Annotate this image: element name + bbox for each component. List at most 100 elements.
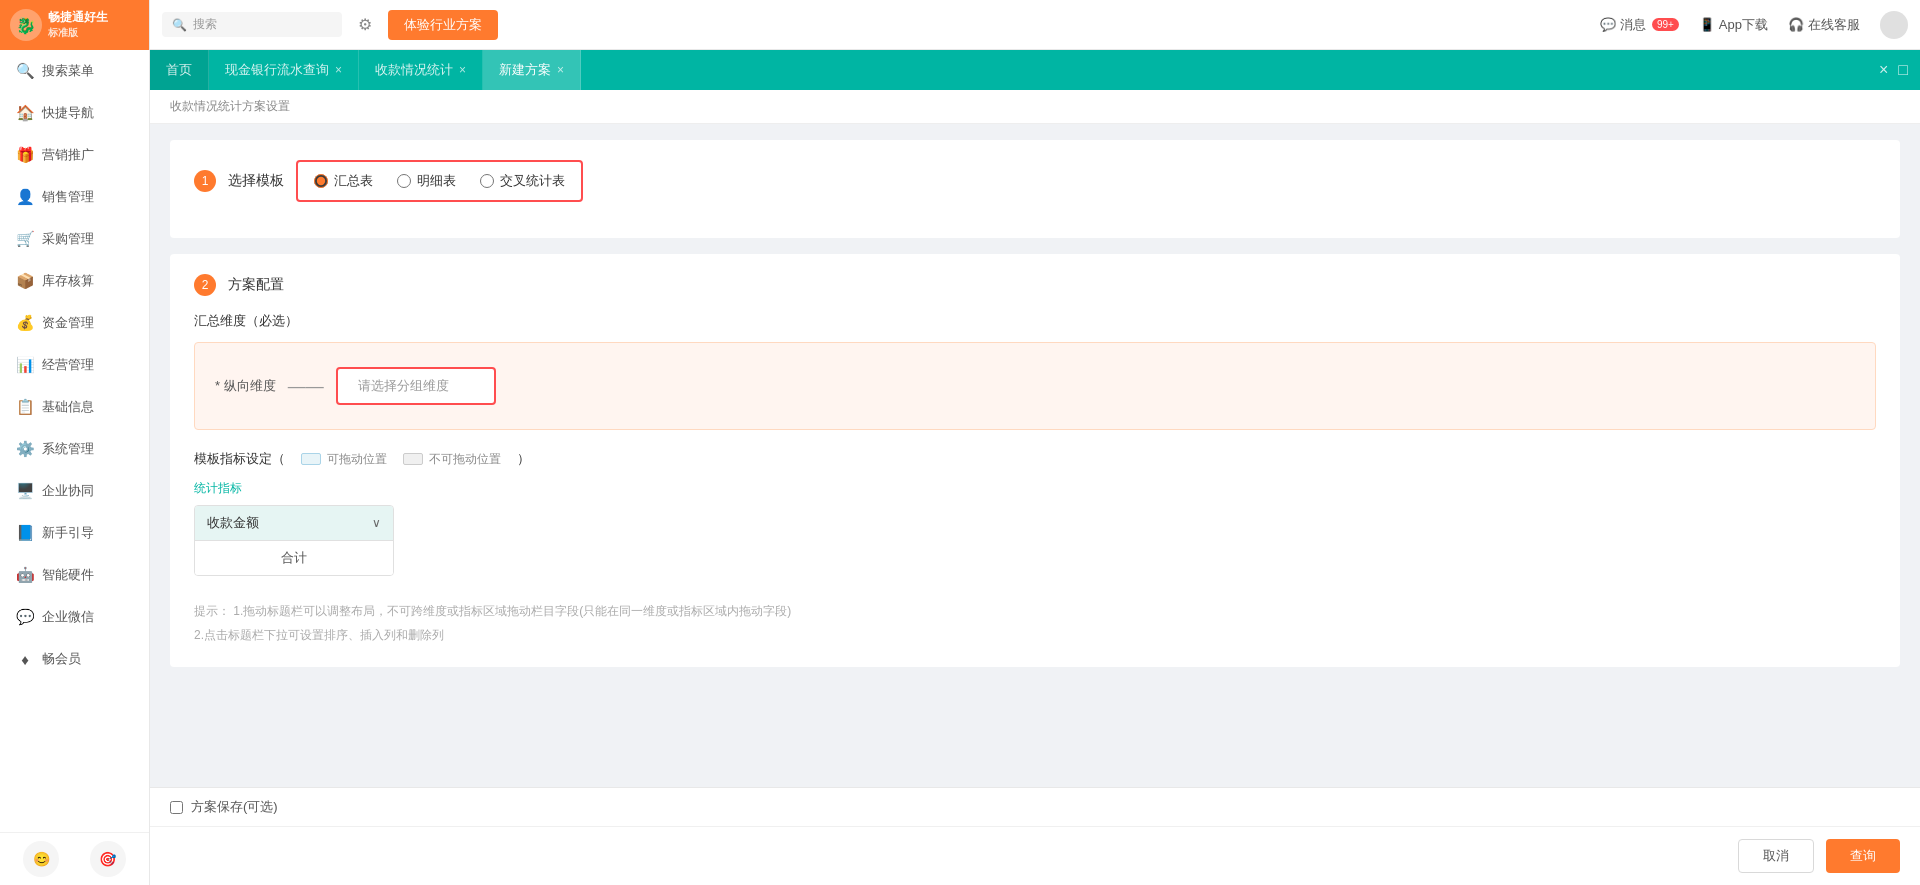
- save-checkbox[interactable]: [170, 801, 183, 814]
- sidebar-item-finance[interactable]: 💰 资金管理: [0, 302, 149, 344]
- sidebar-item-member[interactable]: ♦️ 畅会员: [0, 638, 149, 680]
- page-content: 1 选择模板 汇总表 明细表 交叉统计表: [150, 124, 1920, 787]
- sidebar-item-enterprise[interactable]: 🖥️ 企业协同: [0, 470, 149, 512]
- metrics-config-header: 模板指标设定（ 可拖动位置 不可拖动位置 ）: [194, 450, 1876, 468]
- cancel-button[interactable]: 取消: [1738, 839, 1814, 873]
- sidebar-item-smart-hw[interactable]: 🤖 智能硬件: [0, 554, 149, 596]
- sidebar-bottom: 😊 🎯: [0, 832, 149, 885]
- content-area: 收款情况统计方案设置 1 选择模板 汇总表 明细表: [150, 90, 1920, 885]
- tab-cash-bank-close[interactable]: ×: [335, 63, 342, 77]
- vertical-label: * 纵向维度: [215, 377, 276, 395]
- sidebar-item-inventory[interactable]: 📦 库存核算: [0, 260, 149, 302]
- member-icon: ♦️: [16, 650, 34, 668]
- step2-card: 2 方案配置 汇总维度（必选） * 纵向维度 ——: [170, 254, 1900, 667]
- radio-summary-input[interactable]: [314, 174, 328, 188]
- step1-card: 1 选择模板 汇总表 明细表 交叉统计表: [170, 140, 1900, 238]
- sidebar-bottom-btn-1[interactable]: 😊: [23, 841, 59, 877]
- query-button[interactable]: 查询: [1826, 839, 1900, 873]
- purchase-icon: 🛒: [16, 230, 34, 248]
- dimension-select[interactable]: 请选择分组维度: [336, 367, 496, 405]
- radio-summary[interactable]: 汇总表: [314, 172, 373, 190]
- sidebar-item-newbie[interactable]: 📘 新手引导: [0, 512, 149, 554]
- online-service-label: 在线客服: [1808, 16, 1860, 34]
- topbar-right: 💬 消息 99+ 📱 App下载 🎧 在线客服: [1600, 11, 1908, 39]
- metrics-label: 统计指标: [194, 480, 1876, 497]
- smart-hw-icon: 🤖: [16, 566, 34, 584]
- dimension-title-text: 汇总维度（必选）: [194, 313, 298, 328]
- step2-title: 方案配置: [228, 276, 284, 294]
- tab-home[interactable]: 首页: [150, 50, 209, 90]
- sidebar-item-basic-info[interactable]: 📋 基础信息: [0, 386, 149, 428]
- radio-cross[interactable]: 交叉统计表: [480, 172, 565, 190]
- sidebar-item-label: 搜索菜单: [42, 62, 94, 80]
- marketing-icon: 🎁: [16, 146, 34, 164]
- tab-home-label: 首页: [166, 61, 192, 79]
- message-item[interactable]: 💬 消息 99+: [1600, 16, 1679, 34]
- radio-cross-label: 交叉统计表: [500, 172, 565, 190]
- radio-detail-input[interactable]: [397, 174, 411, 188]
- newbie-icon: 📘: [16, 524, 34, 542]
- tabbar: 首页 现金银行流水查询 × 收款情况统计 × 新建方案 × × □: [150, 50, 1920, 90]
- search-icon: 🔍: [172, 18, 187, 32]
- footer: 方案保存(可选) 取消 查询: [150, 787, 1920, 885]
- trial-button[interactable]: 体验行业方案: [388, 10, 498, 40]
- window-maximize-btn[interactable]: □: [1898, 61, 1908, 79]
- sidebar-item-sales[interactable]: 👤 销售管理: [0, 176, 149, 218]
- step2-header: 2 方案配置: [194, 274, 1876, 296]
- settings-icon[interactable]: ⚙: [350, 10, 380, 40]
- sidebar-item-label: 采购管理: [42, 230, 94, 248]
- sidebar-bottom-btn-2[interactable]: 🎯: [90, 841, 126, 877]
- dimension-arrow: ——: [288, 376, 324, 397]
- metrics-table-header[interactable]: 收款金额 ∨: [195, 506, 393, 541]
- radio-summary-label: 汇总表: [334, 172, 373, 190]
- sidebar-item-label: 企业微信: [42, 608, 94, 626]
- tab-cash-bank[interactable]: 现金银行流水查询 ×: [209, 50, 359, 90]
- breadcrumb-text: 收款情况统计方案设置: [170, 99, 290, 113]
- user-avatar[interactable]: [1880, 11, 1908, 39]
- tab-new-plan[interactable]: 新建方案 ×: [483, 50, 581, 90]
- sidebar-item-label: 快捷导航: [42, 104, 94, 122]
- metrics-header-text: 模板指标设定（: [194, 450, 285, 468]
- step1-title: 选择模板: [228, 172, 284, 190]
- sidebar-item-system[interactable]: ⚙️ 系统管理: [0, 428, 149, 470]
- tip-2: 2.点击标题栏下拉可设置排序、插入列和删除列: [194, 623, 1876, 647]
- tip-2-text: 2.点击标题栏下拉可设置排序、插入列和删除列: [194, 623, 444, 647]
- finance-icon: 💰: [16, 314, 34, 332]
- radio-cross-input[interactable]: [480, 174, 494, 188]
- radio-detail[interactable]: 明细表: [397, 172, 456, 190]
- tab-collection-stats[interactable]: 收款情况统计 ×: [359, 50, 483, 90]
- main-content: 🔍 搜索 ⚙ 体验行业方案 💬 消息 99+ 📱 App下载 🎧 在线客服 首页: [150, 0, 1920, 885]
- footer-save-section: 方案保存(可选): [150, 788, 1920, 827]
- tip-1-text: 提示： 1.拖动标题栏可以调整布局，不可跨维度或指标区域拖动栏目字段(只能在同一…: [194, 599, 791, 623]
- message-label: 消息: [1620, 16, 1646, 34]
- logo-text: 畅捷通好生: [48, 10, 108, 26]
- metrics-column-header: 收款金额: [207, 514, 364, 532]
- sidebar-item-operations[interactable]: 📊 经营管理: [0, 344, 149, 386]
- sidebar-item-quick-nav[interactable]: 🏠 快捷导航: [0, 92, 149, 134]
- sidebar-item-label: 库存核算: [42, 272, 94, 290]
- metrics-cell-total: 合计: [195, 541, 393, 575]
- search-box[interactable]: 🔍 搜索: [162, 12, 342, 37]
- metrics-chevron-icon[interactable]: ∨: [372, 516, 381, 530]
- tab-collection-stats-close[interactable]: ×: [459, 63, 466, 77]
- fixed-legend: 不可拖动位置: [403, 451, 501, 468]
- close-paren: ）: [517, 450, 530, 468]
- sidebar-item-marketing[interactable]: 🎁 营销推广: [0, 134, 149, 176]
- search-placeholder: 搜索: [193, 16, 217, 33]
- sidebar-item-search-menu[interactable]: 🔍 搜索菜单: [0, 50, 149, 92]
- sidebar: 🐉 畅捷通好生 标准版 🔍 搜索菜单 🏠 快捷导航 🎁 营销推广 👤 销售管理 …: [0, 0, 150, 885]
- online-service-item[interactable]: 🎧 在线客服: [1788, 16, 1860, 34]
- sidebar-item-label: 资金管理: [42, 314, 94, 332]
- sidebar-item-purchase[interactable]: 🛒 采购管理: [0, 218, 149, 260]
- tab-new-plan-close[interactable]: ×: [557, 63, 564, 77]
- metrics-section: 模板指标设定（ 可拖动位置 不可拖动位置 ） 统计指标: [194, 450, 1876, 579]
- window-close-btn[interactable]: ×: [1879, 61, 1888, 79]
- tab-collection-stats-label: 收款情况统计: [375, 61, 453, 79]
- app-download-item[interactable]: 📱 App下载: [1699, 16, 1768, 34]
- sidebar-item-label: 畅会员: [42, 650, 81, 668]
- inventory-icon: 📦: [16, 272, 34, 290]
- step1-badge: 1: [194, 170, 216, 192]
- tabbar-actions: × □: [1867, 50, 1920, 90]
- sidebar-item-wechat[interactable]: 💬 企业微信: [0, 596, 149, 638]
- footer-actions: 取消 查询: [150, 827, 1920, 885]
